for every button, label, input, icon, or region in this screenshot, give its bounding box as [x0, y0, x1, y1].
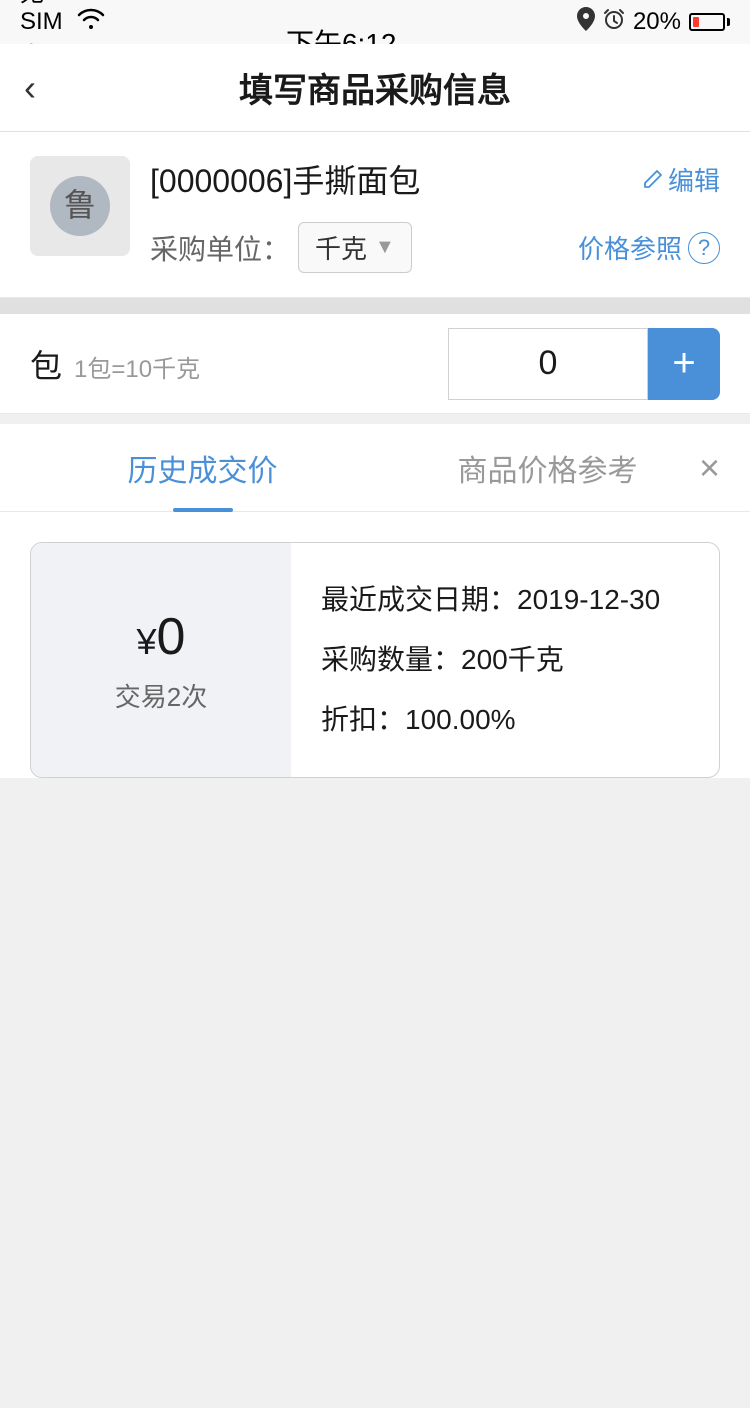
page-title: 填写商品采购信息	[239, 63, 511, 112]
price-ref-help-icon: ?	[688, 232, 720, 264]
unit-select[interactable]: 千克 ▼	[298, 222, 412, 273]
section-divider	[0, 298, 750, 314]
main-content	[0, 808, 750, 1408]
nav-bar: ‹ 填写商品采购信息	[0, 44, 750, 132]
history-detail-panel: 最近成交日期：2019-12-30 采购数量：200千克 折扣：100.00%	[291, 543, 719, 777]
back-button[interactable]: ‹	[24, 67, 36, 109]
svg-text:鲁: 鲁	[64, 187, 96, 223]
history-price-value: ¥0	[137, 607, 186, 667]
status-right: 20%	[577, 7, 730, 38]
price-ref-button[interactable]: 价格参照 ?	[578, 229, 720, 266]
history-date-line: 最近成交日期：2019-12-30	[321, 579, 689, 621]
quantity-unit-label: 包	[30, 341, 62, 387]
quantity-row: 包 1包=10千克 0 +	[0, 314, 750, 414]
history-qty-line: 采购数量：200千克	[321, 639, 689, 681]
history-card: ¥0 交易2次 最近成交日期：2019-12-30 采购数量：200千克 折扣：…	[30, 542, 720, 778]
product-info: [0000006]手撕面包 编辑 采购单位： 千克 ▼ 价格参照 ?	[150, 156, 720, 273]
tab-section: 历史成交价 商品价格参考 × ¥0 交易2次 最近成交日期：2019-12-30…	[0, 424, 750, 778]
currency-symbol: ¥	[137, 621, 157, 662]
unit-label: 采购单位：	[150, 228, 290, 268]
wifi-icon	[77, 8, 105, 37]
quantity-plus-button[interactable]: +	[648, 328, 720, 400]
tab-history[interactable]: 历史成交价	[30, 424, 375, 512]
battery-icon	[689, 13, 730, 31]
tab-market-price[interactable]: 商品价格参考	[375, 424, 720, 512]
quantity-input[interactable]: 0	[448, 328, 648, 400]
product-name: [0000006]手撕面包	[150, 156, 420, 202]
product-section: 鲁 [0000006]手撕面包 编辑 采购单位： 千克 ▼ 价格参照	[0, 132, 750, 298]
tab-close-button[interactable]: ×	[699, 447, 720, 489]
quantity-hint: 1包=10千克	[74, 349, 200, 384]
history-price-panel: ¥0 交易2次	[31, 543, 291, 777]
edit-button[interactable]: 编辑	[642, 161, 720, 198]
status-bar: 无SIM卡 下午6:12 20%	[0, 0, 750, 44]
history-transaction-count: 交易2次	[115, 677, 207, 714]
product-image: 鲁	[30, 156, 130, 256]
unit-arrow-icon: ▼	[375, 236, 395, 259]
quantity-label: 包 1包=10千克	[30, 341, 200, 387]
quantity-input-wrap: 0 +	[448, 328, 720, 400]
location-icon	[577, 7, 595, 38]
battery-percentage: 20%	[633, 8, 681, 36]
alarm-icon	[603, 8, 625, 37]
history-discount-line: 折扣：100.00%	[321, 699, 689, 741]
tab-bar: 历史成交价 商品价格参考 ×	[0, 424, 750, 512]
